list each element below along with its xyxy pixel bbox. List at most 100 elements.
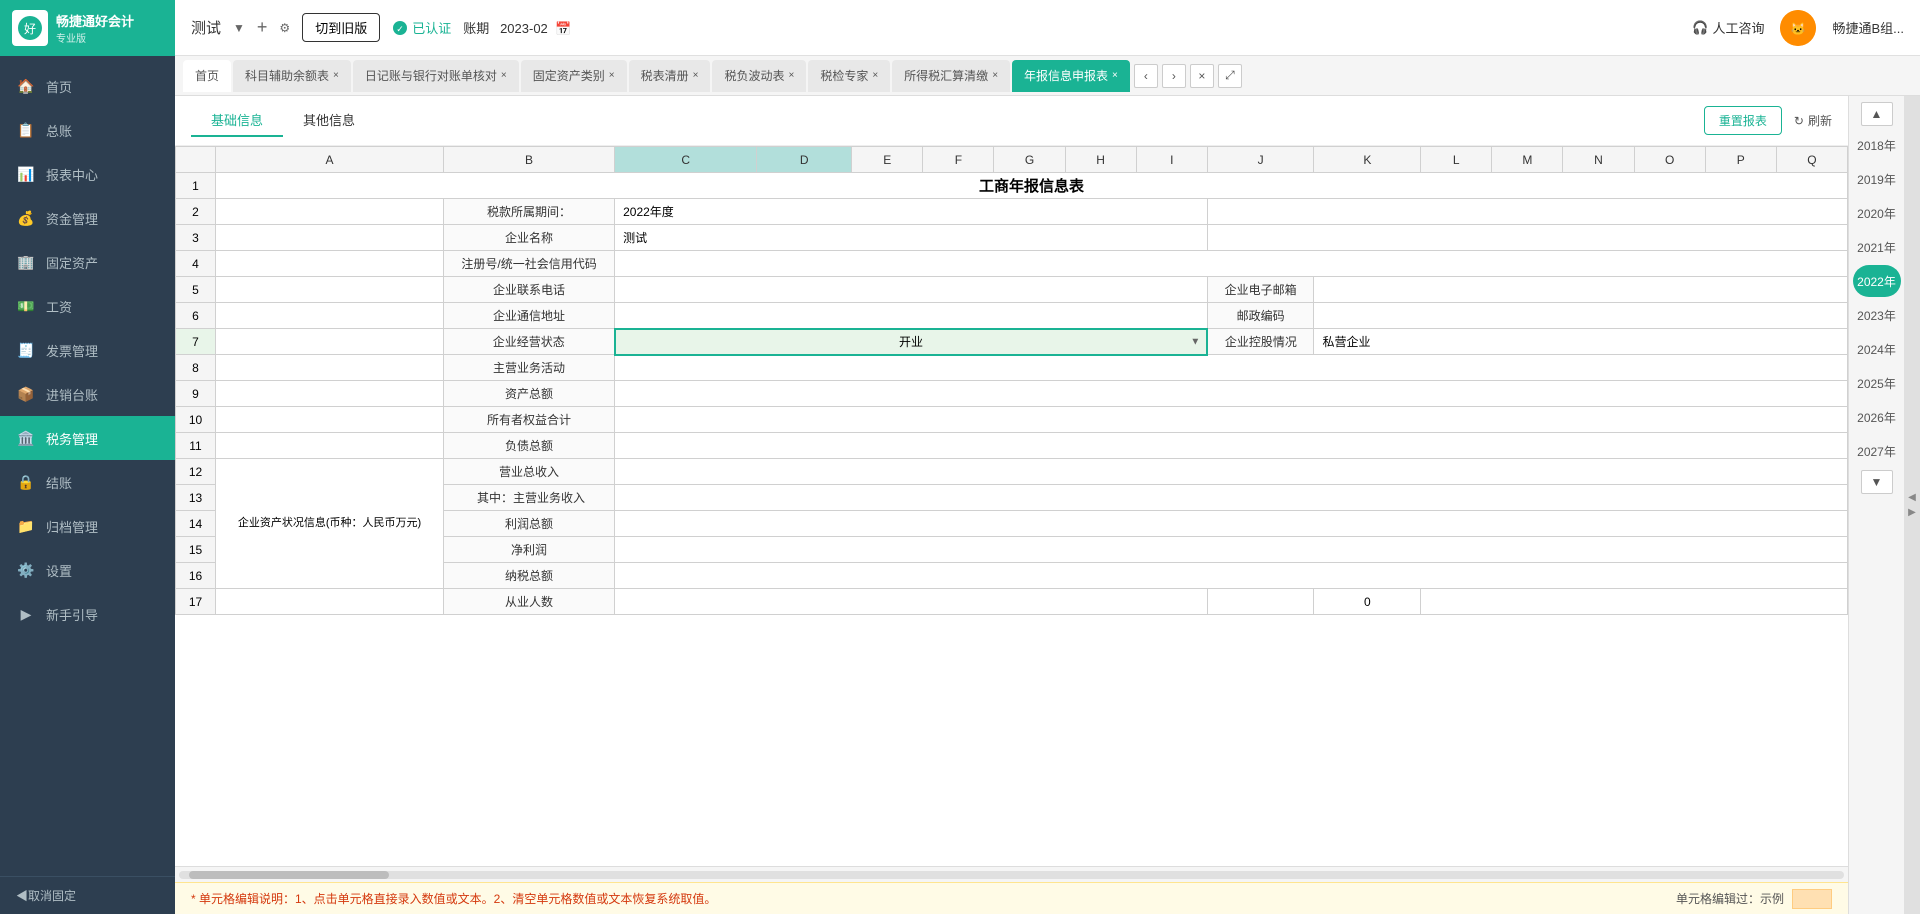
col-header-m: M (1492, 147, 1563, 173)
tab-tax-fluctuation-label: 税负波动表 (724, 67, 784, 84)
cell-16-c[interactable] (615, 563, 1848, 589)
tab-journal-close[interactable]: × (501, 70, 507, 81)
cell-12-c[interactable] (615, 459, 1848, 485)
sidebar-item-report[interactable]: 📊 报表中心 (0, 152, 175, 196)
h-scroll-thumb[interactable] (189, 871, 389, 879)
sidebar-item-home[interactable]: 🏠 首页 (0, 64, 175, 108)
cell-5-k[interactable] (1314, 277, 1848, 303)
sheet-tab-other[interactable]: 其他信息 (283, 104, 375, 137)
sidebar-item-ledger[interactable]: 📋 总账 (0, 108, 175, 152)
cell-7-b: 企业经营状态 (443, 329, 614, 355)
cell-3-c[interactable]: 测试 (615, 225, 1208, 251)
logo-icon: 好 (12, 10, 48, 46)
year-up-button[interactable]: ▲ (1861, 102, 1893, 126)
add-workspace-button[interactable]: + (257, 17, 268, 38)
cell-15-c[interactable] (615, 537, 1848, 563)
cell-8-c[interactable] (615, 355, 1848, 381)
cell-10-c[interactable] (615, 407, 1848, 433)
tab-income-tax-close[interactable]: × (992, 70, 998, 81)
tab-fixed-asset-type[interactable]: 固定资产类别 × (521, 60, 627, 92)
tab-tax-expert-close[interactable]: × (872, 70, 878, 81)
sidebar-item-closing[interactable]: 🔒 结账 (0, 460, 175, 504)
user-avatar: 🐱 (1780, 10, 1816, 46)
year-2022[interactable]: 2022年 (1853, 265, 1901, 297)
tab-fixed-asset-type-close[interactable]: × (609, 70, 615, 81)
switch-version-button[interactable]: 切到旧版 (302, 13, 380, 42)
year-2020[interactable]: 2020年 (1853, 197, 1901, 229)
sidebar-item-fixed-asset[interactable]: 🏢 固定资产 (0, 240, 175, 284)
h-scrollbar[interactable] (175, 866, 1848, 882)
cancel-fixed-label: ◀取消固定 (16, 887, 76, 904)
tab-tax-expert[interactable]: 税检专家 × (808, 60, 890, 92)
report-icon: 📊 (16, 164, 36, 184)
tab-bar: 首页 科目辅助余额表 × 日记账与银行对账单核对 × 固定资产类别 × 税表清册… (175, 56, 1920, 96)
sidebar-item-invoice[interactable]: 🧾 发票管理 (0, 328, 175, 372)
row-num-7: 7 (176, 329, 216, 355)
tab-annual-report-close[interactable]: × (1112, 70, 1118, 81)
year-2027[interactable]: 2027年 (1853, 435, 1901, 467)
sidebar-item-tax[interactable]: 🏛️ 税务管理 (0, 416, 175, 460)
row-num-17: 17 (176, 589, 216, 615)
cell-17-k[interactable]: 0 (1314, 589, 1421, 615)
reset-report-button[interactable]: 重置报表 (1704, 106, 1782, 135)
tab-close-all-button[interactable]: × (1190, 64, 1214, 88)
consult-button[interactable]: 🎧 人工咨询 (1692, 18, 1764, 37)
table-row: 6 企业通信地址 邮政编码 (176, 303, 1848, 329)
year-2021[interactable]: 2021年 (1853, 231, 1901, 263)
tab-home[interactable]: 首页 (183, 60, 231, 92)
tab-expand-button[interactable]: ⤢ (1218, 64, 1242, 88)
tab-annual-report[interactable]: 年报信息申报表 × (1012, 60, 1130, 92)
tab-tax-table[interactable]: 税表清册 × (629, 60, 711, 92)
year-2018[interactable]: 2018年 (1853, 129, 1901, 161)
tab-next-button[interactable]: › (1162, 64, 1186, 88)
cell-4-c[interactable] (615, 251, 1848, 277)
workspace-chevron-icon[interactable]: ▼ (233, 21, 245, 35)
sidebar-item-guide[interactable]: ▶ 新手引导 (0, 592, 175, 636)
sidebar-item-payroll[interactable]: 💵 工资 (0, 284, 175, 328)
tab-tax-table-close[interactable]: × (693, 70, 699, 81)
workspace-settings-icon[interactable]: ⚙ (279, 21, 290, 35)
cell-11-c[interactable] (615, 433, 1848, 459)
cell-5-c[interactable] (615, 277, 1208, 303)
sidebar-item-funds[interactable]: 💰 资金管理 (0, 196, 175, 240)
refresh-button[interactable]: ↻ 刷新 (1794, 112, 1832, 129)
tab-tax-fluctuation[interactable]: 税负波动表 × (712, 60, 806, 92)
cell-7-k[interactable]: 私营企业 (1314, 329, 1848, 355)
cell-14-c[interactable] (615, 511, 1848, 537)
tab-tax-fluctuation-close[interactable]: × (788, 70, 794, 81)
funds-icon: 💰 (16, 208, 36, 228)
cancel-fixed-button[interactable]: ◀取消固定 (16, 887, 159, 904)
cell-6-c[interactable] (615, 303, 1208, 329)
tab-income-tax[interactable]: 所得税汇算清缴 × (892, 60, 1010, 92)
col-header-l: L (1421, 147, 1492, 173)
cell-1-title[interactable]: 工商年报信息表 (216, 173, 1848, 199)
sidebar-item-settings[interactable]: ⚙️ 设置 (0, 548, 175, 592)
year-2026[interactable]: 2026年 (1853, 401, 1901, 433)
sidebar-item-inout[interactable]: 📦 进销台账 (0, 372, 175, 416)
col-header-o: O (1634, 147, 1705, 173)
tab-auxiliary-label: 科目辅助余额表 (245, 67, 329, 84)
cell-13-c[interactable] (615, 485, 1848, 511)
cell-7-c[interactable]: 开业 ▼ (615, 329, 1208, 355)
sidebar-label-ledger: 总账 (46, 121, 72, 140)
cell-6-a (216, 303, 444, 329)
col-header-k: K (1314, 147, 1421, 173)
year-2023[interactable]: 2023年 (1853, 299, 1901, 331)
year-2024[interactable]: 2024年 (1853, 333, 1901, 365)
tab-prev-button[interactable]: ‹ (1134, 64, 1158, 88)
cell-9-c[interactable] (615, 381, 1848, 407)
year-2025[interactable]: 2025年 (1853, 367, 1901, 399)
sidebar-item-archive[interactable]: 📁 归档管理 (0, 504, 175, 548)
cell-17-c[interactable] (615, 589, 1208, 615)
tab-auxiliary[interactable]: 科目辅助余额表 × (233, 60, 351, 92)
cell-3-rest (1207, 225, 1847, 251)
right-panel-toggle[interactable]: ◀ ▶ (1904, 96, 1920, 914)
spreadsheet-wrapper[interactable]: A B C D E F G H I J K L (175, 146, 1848, 866)
sheet-tab-basic[interactable]: 基础信息 (191, 104, 283, 137)
tab-journal[interactable]: 日记账与银行对账单核对 × (353, 60, 519, 92)
year-down-button[interactable]: ▼ (1861, 470, 1893, 494)
cell-6-k[interactable] (1314, 303, 1848, 329)
year-2019[interactable]: 2019年 (1853, 163, 1901, 195)
cell-2-c[interactable]: 2022年度 (615, 199, 1208, 225)
tab-auxiliary-close[interactable]: × (333, 70, 339, 81)
